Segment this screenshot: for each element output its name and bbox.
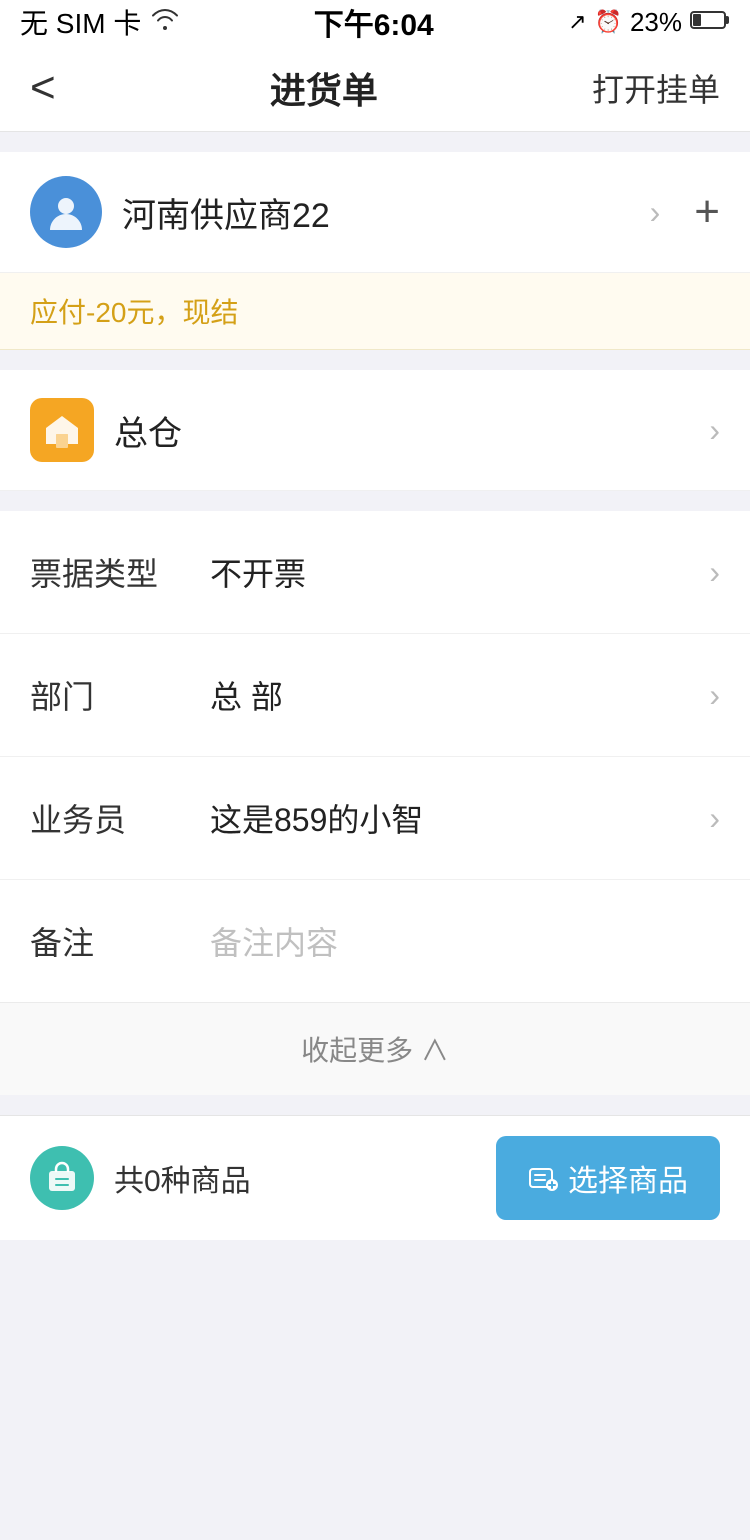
collapse-label: 收起更多 ∧ xyxy=(301,1035,449,1066)
supplier-name: 河南供应商22 xyxy=(122,188,650,237)
warehouse-name: 总仓 xyxy=(114,406,709,455)
select-product-button[interactable]: 选择商品 xyxy=(496,1136,720,1220)
battery-pct: 23% xyxy=(630,7,682,38)
dept-chevron-icon: › xyxy=(709,677,720,714)
supplier-chevron-icon: › xyxy=(650,194,661,231)
product-count-icon xyxy=(30,1146,94,1210)
select-product-label: 选择商品 xyxy=(568,1156,688,1200)
supplier-avatar xyxy=(30,176,102,248)
status-left: 无 SIM 卡 xyxy=(20,2,179,42)
staff-chevron-icon: › xyxy=(709,800,720,837)
alarm-icon: ⏰ xyxy=(595,9,622,35)
remark-label: 备注 xyxy=(30,918,190,964)
supplier-row[interactable]: 河南供应商22 › + xyxy=(0,152,750,273)
invoice-value: 不开票 xyxy=(210,549,709,595)
dept-row[interactable]: 部门 总 部 › xyxy=(0,634,750,757)
status-bar: 无 SIM 卡 下午6:04 ↗ ⏰ 23% xyxy=(0,0,750,44)
carrier-label: 无 SIM 卡 xyxy=(20,2,141,42)
notice-text: 应付-20元，现结 xyxy=(30,297,238,328)
page-title: 进货单 xyxy=(270,62,378,114)
dept-label: 部门 xyxy=(30,672,190,718)
bottom-bar: 共0种商品 选择商品 xyxy=(0,1115,750,1240)
remark-input[interactable]: 备注内容 xyxy=(210,918,720,964)
select-product-icon xyxy=(528,1163,558,1193)
status-right: ↗ ⏰ 23% xyxy=(568,7,730,38)
invoice-label: 票据类型 xyxy=(30,549,190,595)
content-area xyxy=(0,1240,750,1540)
wifi-icon xyxy=(151,8,179,37)
time-label: 下午6:04 xyxy=(314,0,434,44)
invoice-row[interactable]: 票据类型 不开票 › xyxy=(0,511,750,634)
staff-label: 业务员 xyxy=(30,795,190,841)
staff-value: 这是859的小智 xyxy=(210,795,709,841)
form-card: 票据类型 不开票 › 部门 总 部 › 业务员 这是859的小智 › 备注 备注… xyxy=(0,511,750,1095)
section-gap-1 xyxy=(0,132,750,152)
back-button[interactable]: < xyxy=(30,63,56,113)
location-icon: ↗ xyxy=(568,9,586,35)
warehouse-row[interactable]: 总仓 › xyxy=(0,370,750,491)
header: < 进货单 打开挂单 xyxy=(0,44,750,132)
supplier-card: 河南供应商22 › + 应付-20元，现结 xyxy=(0,152,750,350)
open-pending-button[interactable]: 打开挂单 xyxy=(592,65,720,111)
warehouse-icon xyxy=(30,398,94,462)
battery-icon xyxy=(690,7,730,38)
notice-bar: 应付-20元，现结 xyxy=(0,273,750,350)
staff-row[interactable]: 业务员 这是859的小智 › xyxy=(0,757,750,880)
section-gap-3 xyxy=(0,491,750,511)
add-supplier-button[interactable]: + xyxy=(694,187,720,237)
section-gap-4 xyxy=(0,1095,750,1115)
invoice-chevron-icon: › xyxy=(709,554,720,591)
warehouse-chevron-icon: › xyxy=(709,412,720,449)
product-count-text: 共0种商品 xyxy=(114,1156,476,1200)
remark-row[interactable]: 备注 备注内容 xyxy=(0,880,750,1002)
dept-value: 总 部 xyxy=(210,672,709,718)
collapse-button[interactable]: 收起更多 ∧ xyxy=(0,1002,750,1095)
section-gap-2 xyxy=(0,350,750,370)
